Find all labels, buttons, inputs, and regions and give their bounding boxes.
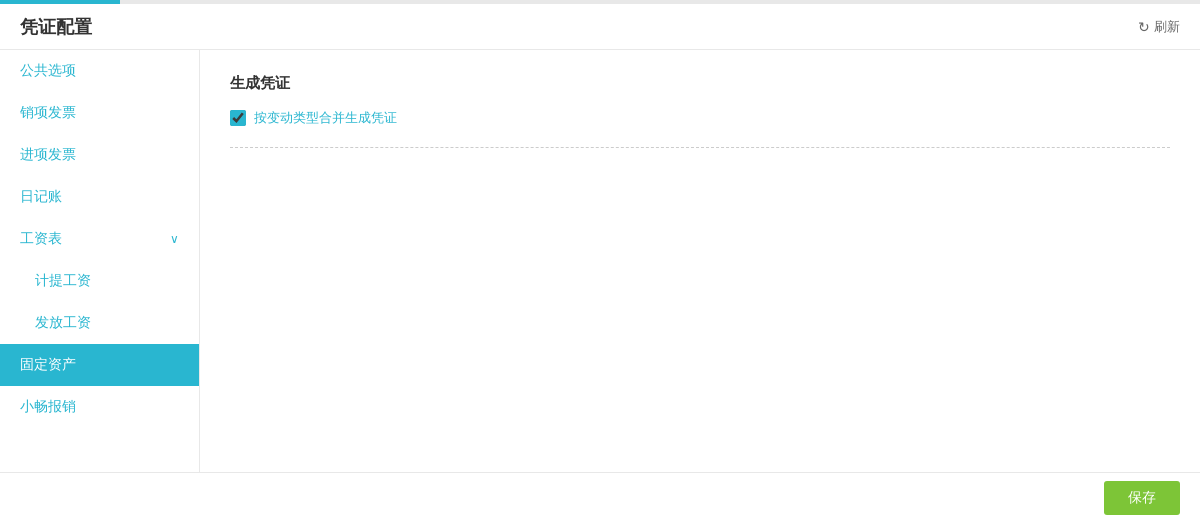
page-title: 凭证配置 (20, 15, 92, 39)
sidebar-item-label: 进项发票 (20, 146, 76, 164)
footer: 保存 (0, 472, 1200, 522)
save-button[interactable]: 保存 (1104, 481, 1180, 515)
sidebar-item-label: 日记账 (20, 188, 62, 206)
merge-checkbox[interactable] (230, 110, 246, 126)
sidebar: 公共选项 销项发票 进项发票 日记账 工资表 ∨ 计提工资 发放工资 固定资产 … (0, 50, 200, 472)
sidebar-item-label: 销项发票 (20, 104, 76, 122)
sidebar-item-label: 固定资产 (20, 356, 76, 374)
content-area: 生成凭证 按变动类型合并生成凭证 (200, 50, 1200, 472)
sidebar-item-purchase-invoice[interactable]: 进项发票 (0, 134, 199, 176)
refresh-button[interactable]: ↻ 刷新 (1138, 18, 1180, 36)
sidebar-item-label: 发放工资 (35, 314, 91, 332)
refresh-label: 刷新 (1154, 18, 1180, 36)
main-layout: 公共选项 销项发票 进项发票 日记账 工资表 ∨ 计提工资 发放工资 固定资产 … (0, 50, 1200, 472)
sidebar-item-label: 计提工资 (35, 272, 91, 290)
top-bar (0, 0, 1200, 4)
sidebar-item-expense[interactable]: 小畅报销 (0, 386, 199, 428)
chevron-down-icon: ∨ (170, 232, 179, 246)
section-divider (230, 147, 1170, 148)
header: 凭证配置 ↻ 刷新 (0, 4, 1200, 50)
refresh-icon: ↻ (1138, 19, 1150, 35)
sidebar-item-fixed-assets[interactable]: 固定资产 (0, 344, 199, 386)
sidebar-item-label: 工资表 (20, 230, 62, 248)
sidebar-item-payroll[interactable]: 工资表 ∨ (0, 218, 199, 260)
sidebar-item-payroll-payment[interactable]: 发放工资 (0, 302, 199, 344)
sidebar-item-label: 公共选项 (20, 62, 76, 80)
sidebar-item-journal[interactable]: 日记账 (0, 176, 199, 218)
checkbox-label[interactable]: 按变动类型合并生成凭证 (254, 109, 397, 127)
checkbox-row: 按变动类型合并生成凭证 (230, 109, 1170, 127)
sidebar-item-sales-invoice[interactable]: 销项发票 (0, 92, 199, 134)
sidebar-item-public[interactable]: 公共选项 (0, 50, 199, 92)
sidebar-item-payroll-accrual[interactable]: 计提工资 (0, 260, 199, 302)
top-bar-active (0, 0, 120, 4)
section-title: 生成凭证 (230, 74, 1170, 93)
sidebar-item-label: 小畅报销 (20, 398, 76, 416)
